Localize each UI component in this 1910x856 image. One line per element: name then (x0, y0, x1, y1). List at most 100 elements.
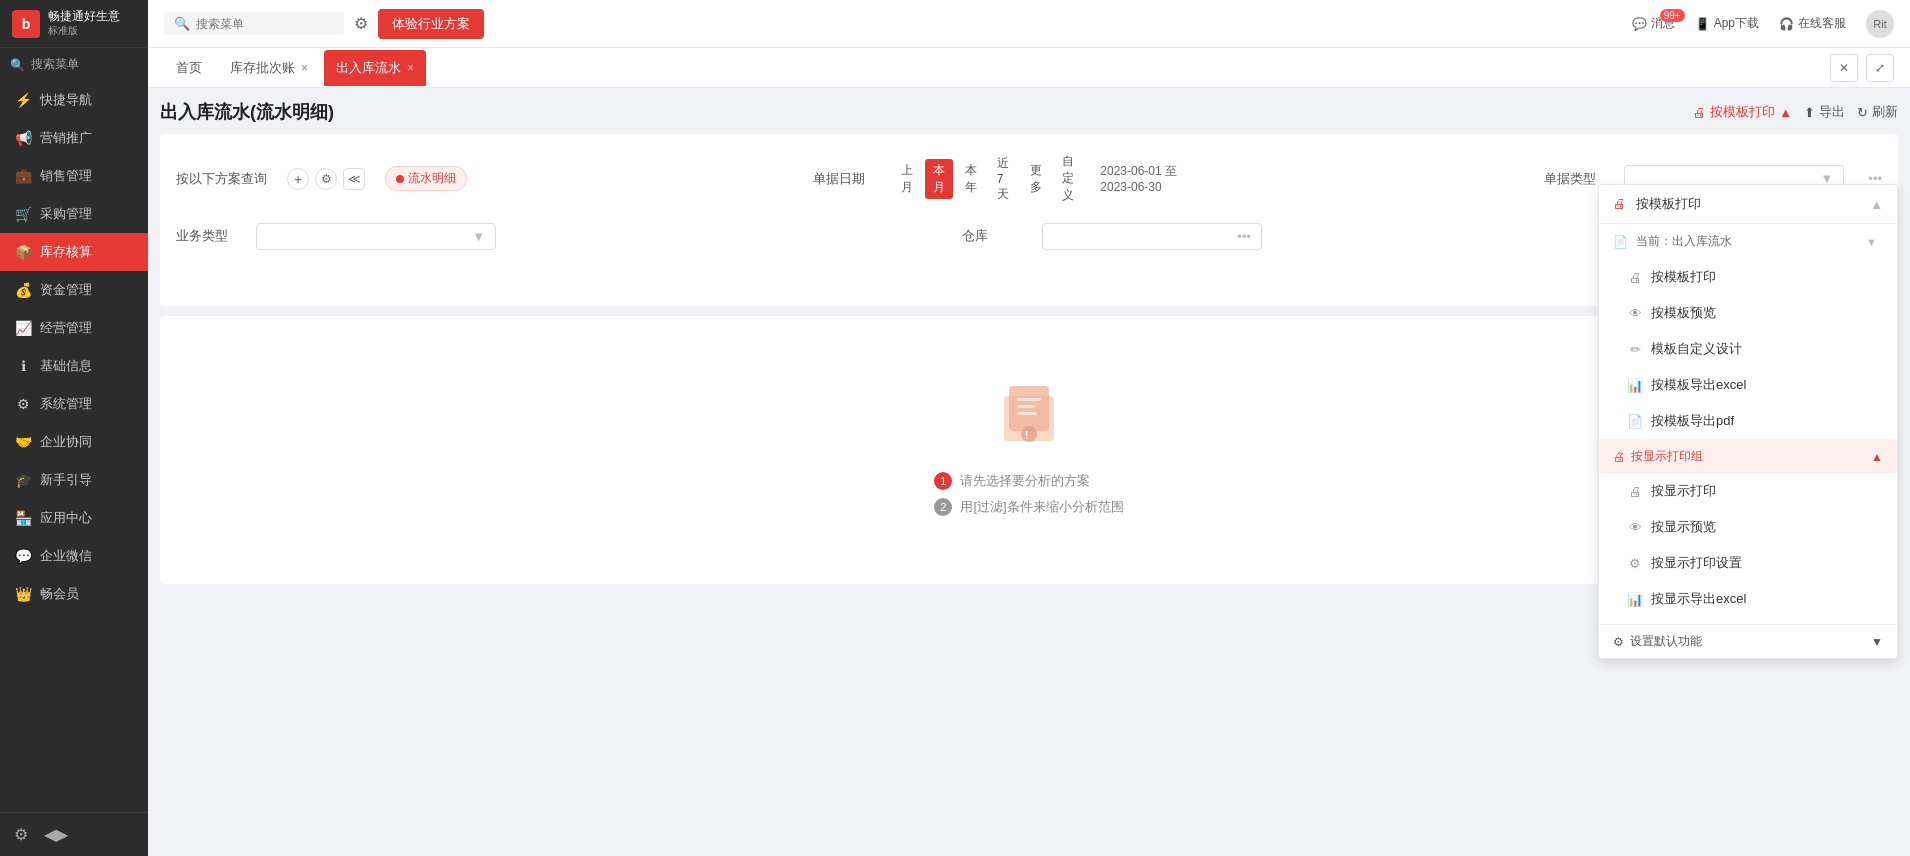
refresh-btn[interactable]: ↻ 刷新 (1857, 103, 1898, 121)
sidebar-item-marketing[interactable]: 📢 营销推广 (0, 119, 148, 157)
topbar-search-input[interactable] (196, 17, 316, 31)
sidebar-item-label: 采购管理 (40, 205, 92, 223)
template-design-icon: ✏ (1627, 342, 1643, 357)
tab-label: 出入库流水 (336, 59, 401, 77)
sidebar-item-member[interactable]: 👑 畅会员 (0, 575, 148, 613)
tab-inout-flow[interactable]: 出入库流水 × (324, 50, 426, 86)
tab-expand-btn[interactable]: ⤢ (1866, 54, 1894, 82)
sidebar-item-purchase[interactable]: 🛒 采购管理 (0, 195, 148, 233)
dropdown-collapse-icon[interactable]: ▲ (1870, 197, 1883, 212)
sidebar-item-quicknav[interactable]: ⚡ 快捷导航 (0, 81, 148, 119)
collab-icon: 🤝 (14, 433, 32, 451)
system-icon: ⚙ (14, 395, 32, 413)
doc-type-label: 单据类型 (1544, 170, 1604, 188)
dropdown-item-display-print[interactable]: 🖨 按显示打印 (1599, 473, 1897, 509)
sidebar-item-inventory[interactable]: 📦 库存核算 (0, 233, 148, 271)
online-service-label: 在线客服 (1798, 15, 1846, 32)
filter-settings-btn[interactable]: ⚙ (315, 168, 337, 190)
date-tab-more[interactable]: 更多 (1022, 159, 1050, 199)
tab-close-inventory-batch[interactable]: × (301, 61, 308, 75)
sidebar-item-wecom[interactable]: 💬 企业微信 (0, 537, 148, 575)
service-icon: 🎧 (1779, 17, 1794, 31)
filter-collapse-btn[interactable]: ≪ (343, 168, 365, 190)
date-tab-this-year[interactable]: 本年 (957, 159, 985, 199)
filter-tag[interactable]: 流水明细 (385, 166, 467, 191)
app-download-btn[interactable]: 📱 App下载 (1695, 15, 1759, 32)
sidebar-item-appcenter[interactable]: 🏪 应用中心 (0, 499, 148, 537)
dropdown-item-template-excel[interactable]: 📊 按模板导出excel (1599, 367, 1897, 403)
sidebar-item-sales[interactable]: 💼 销售管理 (0, 157, 148, 195)
message-btn[interactable]: 💬 消息 99+ (1632, 15, 1675, 32)
print-label: 按模板打印 (1710, 103, 1775, 121)
inventory-icon: 📦 (14, 243, 32, 261)
user-avatar[interactable]: Rit (1866, 10, 1894, 38)
logo-area: b 畅捷通好生意 标准版 (0, 0, 148, 48)
business-type-select[interactable]: ▼ (256, 223, 496, 250)
dropdown-current-item[interactable]: 📄 当前：出入库流水 ▼ (1599, 224, 1897, 259)
sidebar-item-label: 库存核算 (40, 243, 92, 261)
online-service-btn[interactable]: 🎧 在线客服 (1779, 15, 1846, 32)
dropdown-item-template-preview[interactable]: 👁 按模板预览 (1599, 295, 1897, 331)
page-title-bar: 出入库流水(流水明细) 🖨 按模板打印 ▲ ⬆ 导出 ↻ 刷新 (160, 100, 1898, 124)
warehouse-select[interactable]: ••• (1042, 223, 1262, 250)
current-label: 当前：出入库流水 (1636, 233, 1732, 250)
date-tab-last-month[interactable]: 上月 (893, 159, 921, 199)
tab-home[interactable]: 首页 (164, 50, 214, 86)
tab-close-all-btn[interactable]: ✕ (1830, 54, 1858, 82)
sidebar-item-basics[interactable]: ℹ 基础信息 (0, 347, 148, 385)
logo-icon: b (12, 10, 40, 38)
date-tab-7days[interactable]: 近7天 (989, 152, 1019, 206)
topbar-search-icon: 🔍 (174, 16, 190, 31)
industry-btn[interactable]: 体验行业方案 (378, 9, 484, 39)
date-tab-this-month[interactable]: 本月 (925, 159, 953, 199)
step-1-num: 1 (934, 472, 952, 490)
sidebar-item-label: 销售管理 (40, 167, 92, 185)
sales-icon: 💼 (14, 167, 32, 185)
dropdown-item-template-pdf[interactable]: 📄 按模板导出pdf (1599, 403, 1897, 439)
guide-icon: 🎓 (14, 471, 32, 489)
dropdown-item-display-settings[interactable]: ⚙ 按显示打印设置 (1599, 545, 1897, 581)
sidebar-footer: ⚙ ◀▶ (0, 812, 148, 856)
sidebar-search[interactable]: 🔍 搜索菜单 (0, 48, 148, 81)
sidebar-item-system[interactable]: ⚙ 系统管理 (0, 385, 148, 423)
settings-footer-icon[interactable]: ⚙ (14, 825, 28, 844)
dropdown-item-display-excel[interactable]: 📊 按显示导出excel (1599, 581, 1897, 617)
dropdown-item-template-design[interactable]: ✏ 模板自定义设计 (1599, 331, 1897, 367)
dropdown-item-template-print[interactable]: 🖨 按模板打印 (1599, 259, 1897, 295)
logo-text: 畅捷通好生意 标准版 (48, 9, 120, 39)
tab-inventory-batch[interactable]: 库存批次账 × (218, 50, 320, 86)
filter-add-btn[interactable]: + (287, 168, 309, 190)
footer-chevron: ▼ (1871, 635, 1883, 649)
user-name: Rit (1873, 18, 1886, 30)
refresh-icon: ↻ (1857, 105, 1868, 120)
sidebar-item-collab[interactable]: 🤝 企业协同 (0, 423, 148, 461)
sidebar-item-finance[interactable]: 💰 资金管理 (0, 271, 148, 309)
current-chevron: ▼ (1866, 236, 1877, 248)
step-1-text: 请先选择要分析的方案 (960, 472, 1090, 490)
template-preview-icon: 👁 (1627, 306, 1643, 321)
dropdown-footer[interactable]: ⚙ 设置默认功能 ▼ (1599, 624, 1897, 658)
display-print-header-label: 按显示打印组 (1631, 448, 1703, 465)
app-version: 标准版 (48, 24, 120, 38)
dropdown-item-display-pdf[interactable]: 📄 按显示导出pdf (1599, 617, 1897, 624)
warehouse-more-icon[interactable]: ••• (1237, 229, 1251, 244)
template-pdf-icon: 📄 (1627, 414, 1643, 429)
sidebar-item-label: 基础信息 (40, 357, 92, 375)
page-content: 出入库流水(流水明细) 🖨 按模板打印 ▲ ⬆ 导出 ↻ 刷新 (148, 88, 1910, 856)
export-icon: ⬆ (1804, 105, 1815, 120)
collapse-sidebar-icon[interactable]: ◀▶ (44, 825, 68, 844)
business-chevron: ▼ (472, 229, 485, 244)
display-excel-label: 按显示导出excel (1651, 590, 1746, 608)
export-btn[interactable]: ⬆ 导出 (1804, 103, 1845, 121)
topbar-search-box[interactable]: 🔍 (164, 12, 344, 35)
sidebar-item-operations[interactable]: 📈 经营管理 (0, 309, 148, 347)
print-template-btn[interactable]: 🖨 按模板打印 ▲ (1693, 103, 1792, 121)
dropdown-header-icon: 🖨 (1613, 196, 1626, 211)
date-tab-custom[interactable]: 自定义 (1054, 150, 1086, 207)
template-pdf-label: 按模板导出pdf (1651, 412, 1734, 430)
tab-close-inout-flow[interactable]: × (407, 61, 414, 75)
sidebar-item-guide[interactable]: 🎓 新手引导 (0, 461, 148, 499)
dropdown-item-display-preview[interactable]: 👁 按显示预览 (1599, 509, 1897, 545)
template-excel-label: 按模板导出excel (1651, 376, 1746, 394)
topbar-gear-icon[interactable]: ⚙ (354, 14, 368, 33)
